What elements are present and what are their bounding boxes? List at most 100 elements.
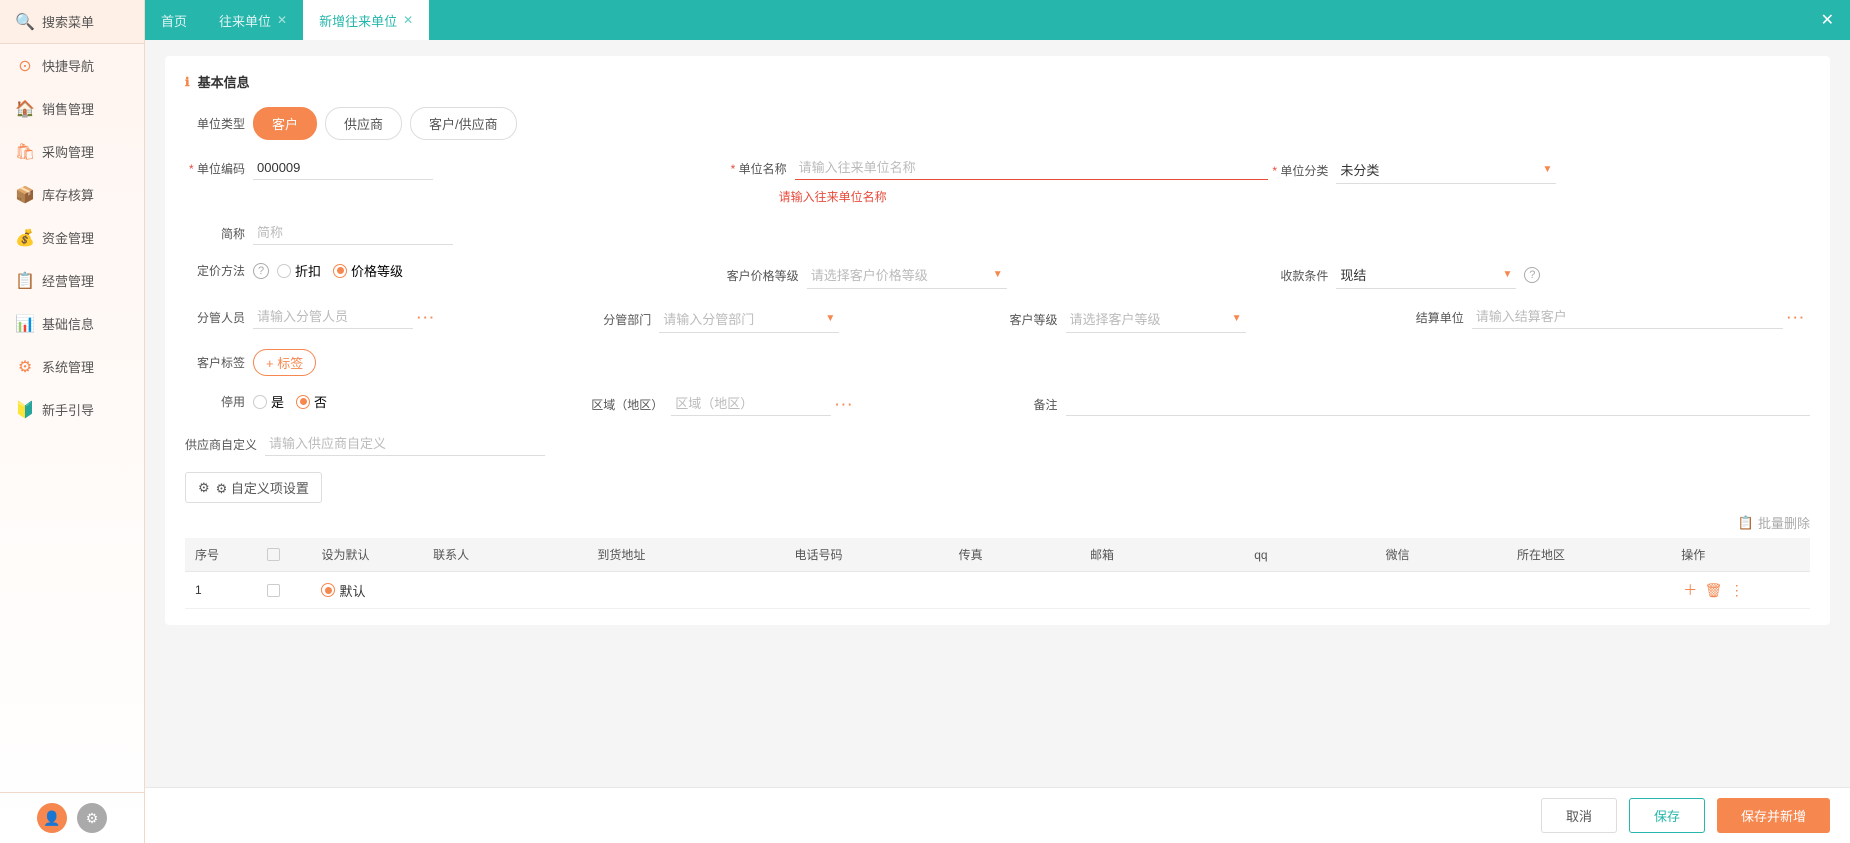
row-1-default-label: 默认 bbox=[339, 581, 365, 600]
sidebar-item-quicknav[interactable]: ⊙ 快捷导航 bbox=[0, 44, 144, 87]
row-1-region-input[interactable] bbox=[1517, 583, 1597, 597]
row-1-wechat-input[interactable] bbox=[1386, 583, 1446, 597]
tab-home[interactable]: 首页 bbox=[145, 0, 203, 40]
basics-icon: 📊 bbox=[16, 315, 34, 333]
row-1-checkbox[interactable] bbox=[267, 584, 280, 597]
radio-yes[interactable]: 是 bbox=[253, 392, 284, 411]
unit-name-input[interactable] bbox=[795, 156, 1269, 180]
remarks-field: 备注 bbox=[998, 392, 1811, 416]
cancel-button[interactable]: 取消 bbox=[1541, 798, 1617, 833]
department-select[interactable]: 请输入分管部门 ▼ bbox=[659, 305, 839, 333]
row-1-default-radio[interactable]: 默认 bbox=[321, 581, 413, 600]
header-checkbox[interactable] bbox=[267, 548, 280, 561]
row-1-delete-icon[interactable]: 🗑 bbox=[1703, 582, 1725, 598]
supplier-custom-input[interactable] bbox=[265, 432, 545, 456]
tab-add-trading-unit[interactable]: 新增往来单位 ✕ bbox=[303, 0, 429, 40]
sidebar-item-basics[interactable]: 📊 基础信息 bbox=[0, 302, 144, 345]
row-address[interactable] bbox=[587, 572, 784, 609]
payment-terms-help-icon[interactable]: ? bbox=[1524, 267, 1540, 283]
sidebar-item-finance[interactable]: 💰 资金管理 bbox=[0, 216, 144, 259]
section-title: ℹ 基本信息 bbox=[185, 72, 1810, 91]
row-phone[interactable] bbox=[784, 572, 948, 609]
customer-level-chevron: ▼ bbox=[1232, 313, 1242, 324]
customer-level-label: 客户等级 bbox=[998, 311, 1058, 328]
sidebar-item-search[interactable]: 🔍 搜索菜单 bbox=[0, 0, 144, 44]
pricing-help-icon[interactable]: ? bbox=[253, 263, 269, 279]
row-1-address-input[interactable] bbox=[597, 583, 697, 597]
content-area: ℹ 基本信息 单位类型 客户 供应商 客户/供应商 单位编码 bbox=[145, 40, 1850, 787]
tab-add-trading-unit-close[interactable]: ✕ bbox=[403, 13, 413, 27]
add-tag-button[interactable]: + 标签 bbox=[253, 349, 316, 376]
main-close-button[interactable]: ✕ bbox=[1805, 10, 1850, 30]
system-icon: ⚙ bbox=[16, 358, 34, 376]
unit-name-error: 请输入往来单位名称 bbox=[779, 190, 887, 204]
row-1-fax-input[interactable] bbox=[959, 583, 1019, 597]
tab-trading-units-close[interactable]: ✕ bbox=[277, 13, 287, 27]
custom-settings-button[interactable]: ⚙ ⚙ 自定义项设置 bbox=[185, 472, 322, 503]
unit-code-input[interactable] bbox=[253, 156, 433, 180]
region-input[interactable] bbox=[671, 392, 831, 416]
row-region-cell[interactable] bbox=[1507, 572, 1671, 609]
col-email: 邮箱 bbox=[1080, 538, 1244, 572]
sidebar-item-operations[interactable]: 📋 经营管理 bbox=[0, 259, 144, 302]
row-fax[interactable] bbox=[949, 572, 1080, 609]
customer-tag-label: 客户标签 bbox=[185, 354, 245, 371]
short-name-input[interactable] bbox=[253, 221, 453, 245]
radio-discount[interactable]: 折扣 bbox=[277, 261, 321, 280]
short-name-field: 简称 bbox=[185, 221, 1810, 245]
sidebar-item-purchase[interactable]: 🛍 采购管理 bbox=[0, 130, 144, 173]
unit-name-label: 单位名称 bbox=[727, 160, 787, 177]
unit-category-select[interactable]: 未分类 ▼ bbox=[1336, 156, 1556, 184]
row-1-scroll-icon[interactable]: ⋮ bbox=[1728, 582, 1746, 598]
row-qq[interactable] bbox=[1244, 572, 1375, 609]
pricing-method-label: 定价方法 bbox=[185, 262, 245, 279]
row-contact[interactable] bbox=[423, 572, 587, 609]
region-more-dots[interactable]: ··· bbox=[831, 397, 858, 412]
contacts-table: 序号 设为默认 联系人 到货地址 电话号码 传真 邮箱 qq 微信 所在地区 操… bbox=[185, 538, 1810, 609]
pricing-method-field: 定价方法 ? 折扣 价格等级 bbox=[185, 261, 727, 280]
sidebar-item-guide[interactable]: 🔰 新手引导 bbox=[0, 388, 144, 431]
manager-input[interactable] bbox=[253, 305, 413, 329]
save-button[interactable]: 保存 bbox=[1629, 798, 1705, 833]
remarks-input[interactable] bbox=[1066, 392, 1811, 416]
btn-customer[interactable]: 客户 bbox=[253, 107, 317, 140]
col-default: 设为默认 bbox=[311, 538, 423, 572]
manager-more-dots[interactable]: ··· bbox=[413, 310, 440, 325]
payment-terms-label: 收款条件 bbox=[1268, 267, 1328, 284]
sidebar-item-sales[interactable]: 🏠 销售管理 bbox=[0, 87, 144, 130]
unit-category-field: 单位分类 未分类 ▼ bbox=[1268, 156, 1810, 184]
tab-trading-units[interactable]: 往来单位 ✕ bbox=[203, 0, 303, 40]
radio-price-level-label: 价格等级 bbox=[351, 261, 403, 280]
radio-no[interactable]: 否 bbox=[296, 392, 327, 411]
sidebar-settings-icon[interactable]: ⚙ bbox=[77, 803, 107, 833]
row-1-phone-input[interactable] bbox=[794, 583, 874, 597]
pricing-radio-group: 折扣 价格等级 bbox=[277, 261, 403, 280]
customer-price-level-select[interactable]: 请选择客户价格等级 ▼ bbox=[807, 261, 1007, 289]
sidebar-user-icon[interactable]: 👤 bbox=[37, 803, 67, 833]
unit-name-field: 单位名称 请输入往来单位名称 bbox=[727, 156, 1269, 205]
radio-discount-circle bbox=[277, 264, 291, 278]
sidebar-item-system[interactable]: ⚙ 系统管理 bbox=[0, 345, 144, 388]
row-1-contact-input[interactable] bbox=[433, 583, 513, 597]
row-1-qq-input[interactable] bbox=[1254, 583, 1314, 597]
unit-category-chevron: ▼ bbox=[1542, 164, 1552, 175]
batch-delete-icon: 📋 bbox=[1738, 515, 1754, 531]
settlement-unit-input[interactable] bbox=[1472, 305, 1783, 329]
batch-delete-btn[interactable]: 📋 批量删除 bbox=[185, 513, 1810, 532]
short-name-row: 简称 bbox=[185, 221, 1810, 245]
sidebar-item-inventory[interactable]: 📦 库存核算 bbox=[0, 173, 144, 216]
btn-supplier[interactable]: 供应商 bbox=[325, 107, 402, 140]
row-checkbox bbox=[257, 572, 311, 609]
purchase-icon: 🛍 bbox=[16, 143, 34, 161]
row-email[interactable] bbox=[1080, 572, 1244, 609]
short-name-label: 简称 bbox=[185, 225, 245, 242]
row-wechat[interactable] bbox=[1376, 572, 1507, 609]
save-new-button[interactable]: 保存并新增 bbox=[1717, 798, 1830, 833]
customer-level-select[interactable]: 请选择客户等级 ▼ bbox=[1066, 305, 1246, 333]
payment-terms-select[interactable]: 现结 ▼ bbox=[1336, 261, 1516, 289]
settlement-unit-more-dots[interactable]: ··· bbox=[1783, 310, 1810, 325]
radio-price-level[interactable]: 价格等级 bbox=[333, 261, 403, 280]
row-1-email-input[interactable] bbox=[1090, 583, 1170, 597]
row-1-add-icon[interactable]: ＋ bbox=[1681, 582, 1699, 598]
btn-both[interactable]: 客户/供应商 bbox=[410, 107, 517, 140]
